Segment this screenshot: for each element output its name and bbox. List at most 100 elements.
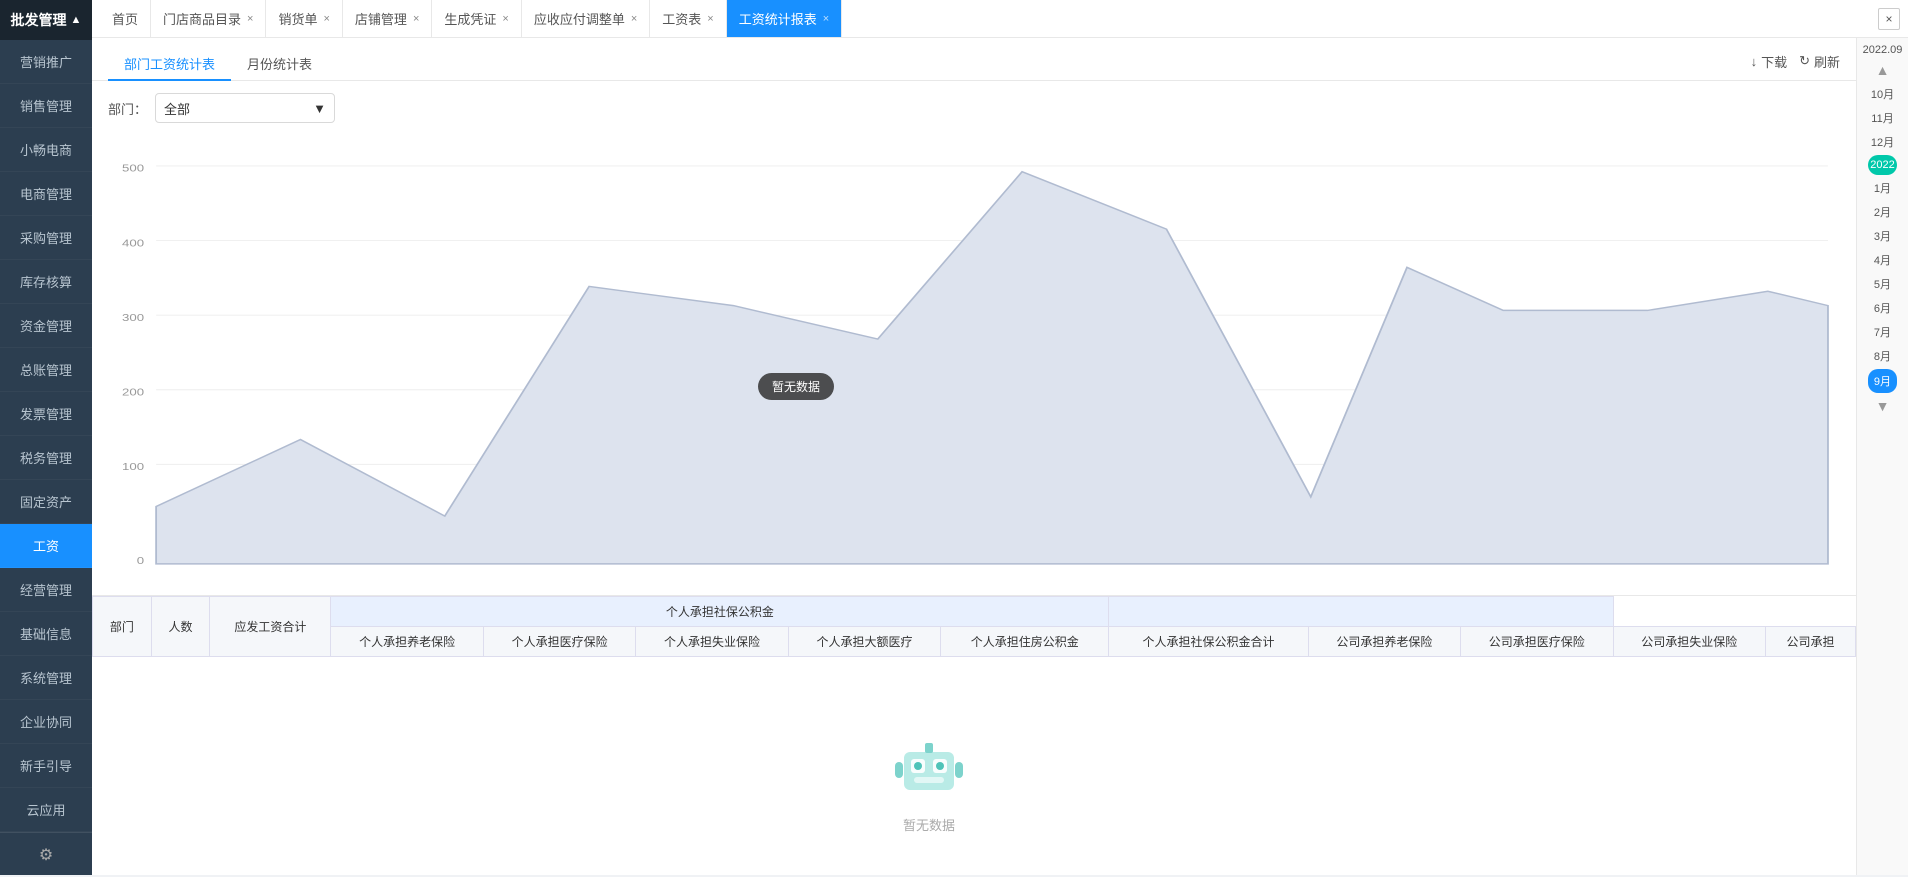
svg-text:300: 300	[122, 311, 144, 323]
sidebar-item-invoice[interactable]: 发票管理	[0, 392, 92, 436]
timeline-month-0[interactable]: 10月	[1864, 82, 1900, 106]
timeline-month-8[interactable]: 5月	[1864, 272, 1900, 296]
download-icon: ↓	[1751, 54, 1758, 69]
timeline-year-2022[interactable]: 2022	[1868, 155, 1896, 175]
tab-close-store-mgmt[interactable]: ×	[413, 13, 419, 25]
no-data-icon: 暂无数据	[133, 697, 1726, 864]
content-area: 部门工资统计表月份统计表 ↓ 下载 ↻ 刷新 部门： 全部 ▼	[92, 38, 1908, 875]
tab-close-payroll-stats[interactable]: ×	[823, 13, 829, 25]
sidebar-item-marketing[interactable]: 营销推广	[0, 40, 92, 84]
sidebar-item-system[interactable]: 系统管理	[0, 656, 92, 700]
th-dept: 部门	[93, 597, 152, 657]
sub-tab-actions: ↓ 下载 ↻ 刷新	[1751, 52, 1840, 77]
sidebar-item-enterprise[interactable]: 企业协同	[0, 700, 92, 744]
sidebar-item-tax[interactable]: 税务管理	[0, 436, 92, 480]
svg-text:400: 400	[122, 237, 144, 249]
svg-text:0: 0	[137, 554, 145, 566]
sidebar-item-ecommerce[interactable]: 电商管理	[0, 172, 92, 216]
timeline-month-2[interactable]: 12月	[1864, 130, 1900, 154]
timeline-month-9[interactable]: 6月	[1864, 296, 1900, 320]
download-button[interactable]: ↓ 下载	[1751, 52, 1788, 71]
sidebar-item-operations[interactable]: 经营管理	[0, 568, 92, 612]
tab-bar: 首页门店商品目录×销货单×店铺管理×生成凭证×应收应付调整单×工资表×工资统计报…	[92, 0, 1908, 38]
timeline-nav-down[interactable]: ▼	[1872, 394, 1894, 418]
th-personal-insurance-group: 个人承担社保公积金	[331, 597, 1109, 627]
sidebar-item-basic[interactable]: 基础信息	[0, 612, 92, 656]
filter-label: 部门：	[108, 99, 147, 118]
refresh-label: 刷新	[1814, 52, 1840, 71]
sub-tab-month-stats[interactable]: 月份统计表	[231, 48, 328, 81]
tab-sales-order[interactable]: 销货单×	[266, 0, 342, 38]
tab-close-voucher[interactable]: ×	[502, 13, 508, 25]
svg-text:100: 100	[122, 460, 144, 472]
th-company-pension: 公司承担养老保险	[1308, 627, 1460, 657]
th-total-salary: 应发工资合计	[210, 597, 331, 657]
th-company-unemployment: 公司承担失业保险	[1613, 627, 1765, 657]
sidebar-item-purchase[interactable]: 采购管理	[0, 216, 92, 260]
timeline-current-year: 2022.09	[1859, 42, 1907, 58]
timeline-month-1[interactable]: 11月	[1864, 106, 1900, 130]
sidebar-item-inventory[interactable]: 库存核算	[0, 260, 92, 304]
tab-receivable[interactable]: 应收应付调整单×	[522, 0, 650, 38]
no-data-row: 暂无数据	[93, 657, 1856, 876]
th-personal-pension: 个人承担养老保险	[331, 627, 483, 657]
table-header-row-2: 个人承担养老保险 个人承担医疗保险 个人承担失业保险 个人承担大额医疗 个人承担…	[93, 627, 1856, 657]
tab-close-receivable[interactable]: ×	[631, 13, 637, 25]
sidebar-item-sales[interactable]: 销售管理	[0, 84, 92, 128]
svg-text:200: 200	[122, 386, 144, 398]
tab-payroll-stats[interactable]: 工资统计报表×	[727, 0, 842, 38]
sidebar-item-payroll[interactable]: 工资	[0, 524, 92, 568]
chart-area-path	[156, 172, 1828, 564]
timeline-month-7[interactable]: 4月	[1864, 248, 1900, 272]
timeline-month-11[interactable]: 8月	[1864, 344, 1900, 368]
th-count: 人数	[151, 597, 210, 657]
timeline-month-5[interactable]: 2月	[1864, 200, 1900, 224]
sidebar-item-guide[interactable]: 新手引导	[0, 744, 92, 788]
sidebar-item-cloud[interactable]: 云应用	[0, 788, 92, 832]
tab-payroll-sheet[interactable]: 工资表×	[650, 0, 726, 38]
tab-close-payroll-sheet[interactable]: ×	[707, 13, 713, 25]
chart-svg: 500 400 300 200 100 0	[108, 143, 1840, 583]
table-area[interactable]: 部门 人数 应发工资合计 个人承担社保公积金 个人承担养老保险 个人承担医疗保险…	[92, 595, 1856, 875]
timeline-month-6[interactable]: 3月	[1864, 224, 1900, 248]
timeline-month-active[interactable]: 9月	[1868, 369, 1896, 393]
sub-tab-dept-stats[interactable]: 部门工资统计表	[108, 48, 231, 81]
refresh-icon: ↻	[1799, 53, 1810, 69]
sidebar-item-assets[interactable]: 固定资产	[0, 480, 92, 524]
tab-home[interactable]: 首页	[100, 0, 151, 38]
th-company-group	[1109, 597, 1613, 627]
tab-close-sales-order[interactable]: ×	[323, 13, 329, 25]
download-label: 下载	[1761, 52, 1787, 71]
tab-store-mgmt[interactable]: 店铺管理×	[343, 0, 432, 38]
sub-tabs: 部门工资统计表月份统计表 ↓ 下载 ↻ 刷新	[92, 38, 1856, 81]
tab-bar-end: ×	[1878, 8, 1908, 30]
timeline-month-4[interactable]: 1月	[1864, 176, 1900, 200]
tab-close-catalog[interactable]: ×	[247, 13, 253, 25]
department-select[interactable]: 全部 ▼	[155, 93, 335, 123]
sidebar-item-ledger[interactable]: 总账管理	[0, 348, 92, 392]
no-data-text: 暂无数据	[903, 815, 955, 834]
tab-catalog[interactable]: 门店商品目录×	[151, 0, 266, 38]
sidebar: 批发管理 ▲ 营销推广销售管理小畅电商电商管理采购管理库存核算资金管理总账管理发…	[0, 0, 92, 875]
th-personal-total: 个人承担社保公积金合计	[1109, 627, 1308, 657]
th-personal-major-medical: 个人承担大额医疗	[788, 627, 940, 657]
timeline-nav-up[interactable]: ▲	[1872, 58, 1894, 82]
th-company-medical: 公司承担医疗保险	[1461, 627, 1613, 657]
th-personal-unemployment: 个人承担失业保险	[636, 627, 788, 657]
sidebar-title: 批发管理	[11, 10, 67, 30]
chevron-down-icon: ▼	[313, 101, 326, 116]
chart-container: 500 400 300 200 100 0	[108, 143, 1840, 583]
th-personal-housing-fund: 个人承担住房公积金	[941, 627, 1109, 657]
sidebar-footer: ⚙	[0, 832, 92, 877]
timeline-month-10[interactable]: 7月	[1864, 320, 1900, 344]
sidebar-item-capital[interactable]: 资金管理	[0, 304, 92, 348]
settings-icon[interactable]: ⚙	[39, 847, 53, 864]
sidebar-item-ecommerce-small[interactable]: 小畅电商	[0, 128, 92, 172]
refresh-button[interactable]: ↻ 刷新	[1799, 52, 1840, 71]
window-close-button[interactable]: ×	[1878, 8, 1900, 30]
table-header-row-1: 部门 人数 应发工资合计 个人承担社保公积金	[93, 597, 1856, 627]
th-personal-medical: 个人承担医疗保险	[483, 627, 635, 657]
tab-voucher[interactable]: 生成凭证×	[432, 0, 521, 38]
filter-bar: 部门： 全部 ▼	[92, 81, 1856, 135]
sidebar-arrow[interactable]: ▲	[71, 14, 82, 26]
